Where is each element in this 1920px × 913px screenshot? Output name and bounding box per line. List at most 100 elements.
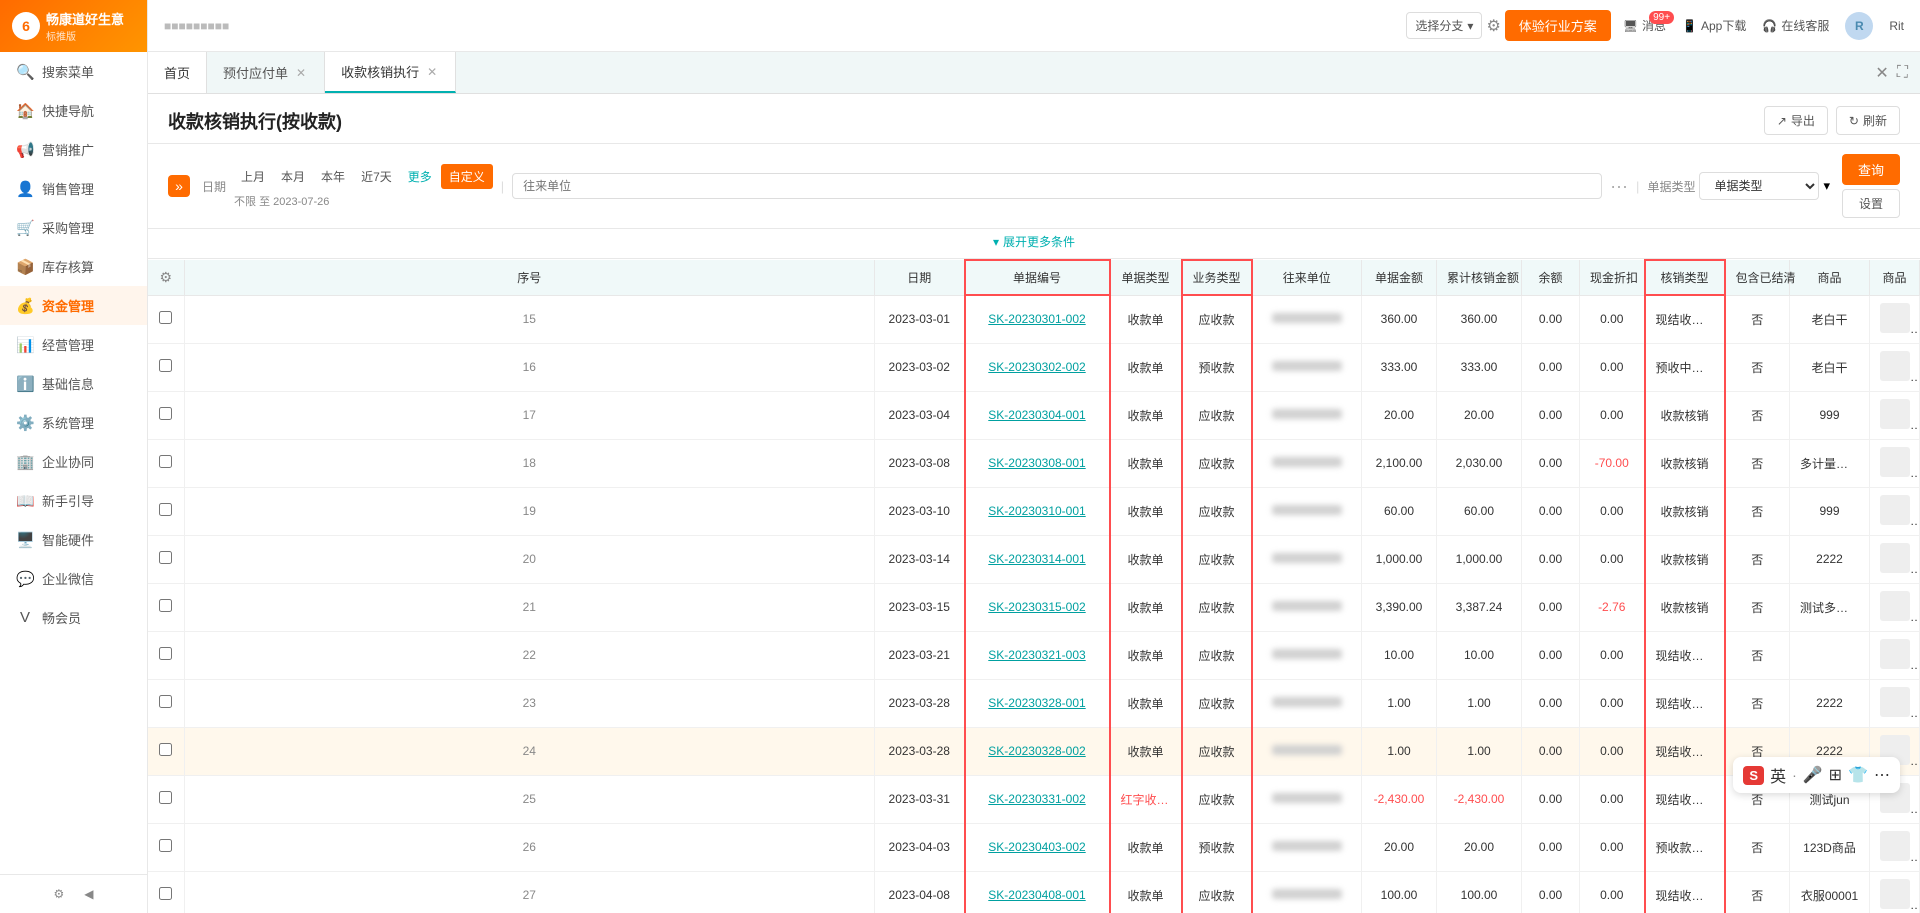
sidebar-item-system[interactable]: ⚙️系统管理 (0, 403, 147, 442)
row-checkbox[interactable] (159, 743, 172, 756)
sn-link[interactable]: SK-20230331-002 (988, 792, 1085, 806)
sidebar-item-search[interactable]: 🔍搜索菜单 (0, 52, 147, 91)
sn-link[interactable]: SK-20230304-001 (988, 408, 1085, 422)
cell-checkbox[interactable] (148, 631, 184, 679)
th-settings[interactable]: ⚙ (148, 260, 184, 295)
filter-dots[interactable]: ··· (1610, 176, 1628, 197)
sidebar-item-basic[interactable]: ℹ️基础信息 (0, 364, 147, 403)
sidebar-item-enterprise[interactable]: 🏢企业协同 (0, 442, 147, 481)
gear-icon[interactable]: ⚙ (1486, 16, 1500, 36)
sidebar-item-sales[interactable]: 👤销售管理 (0, 169, 147, 208)
toolbar-grid-icon[interactable]: ⊞ (1829, 765, 1842, 785)
toolbar-shirt-icon[interactable]: 👕 (1848, 765, 1868, 785)
tab-home[interactable]: 首页 (148, 52, 207, 93)
sn-link[interactable]: SK-20230315-002 (988, 600, 1085, 614)
tab-writeoff-exec[interactable]: 收款核销执行 ✕ (325, 52, 456, 93)
sidebar-item-marketing[interactable]: 📢营销推广 (0, 130, 147, 169)
table-row[interactable]: 17 2023-03-04 SK-20230304-001 收款单 应收款 20… (148, 391, 1920, 439)
cell-checkbox[interactable] (148, 295, 184, 343)
filter-7days-btn[interactable]: 近7天 (354, 164, 399, 189)
avatar[interactable]: R (1845, 12, 1873, 40)
sn-link[interactable]: SK-20230321-003 (988, 648, 1085, 662)
settings-icon[interactable]: ⚙ (159, 269, 172, 285)
row-checkbox[interactable] (159, 407, 172, 420)
tab-writeoff-close-icon[interactable]: ✕ (425, 63, 439, 81)
message-btn[interactable]: 🖥 消息 99+ (1623, 17, 1666, 34)
sn-link[interactable]: SK-20230328-001 (988, 696, 1085, 710)
toolbar-icon-eng[interactable]: 英 (1770, 763, 1786, 787)
row-checkbox[interactable] (159, 551, 172, 564)
sn-link[interactable]: SK-20230403-002 (988, 840, 1085, 854)
service-btn[interactable]: 🎧 在线客服 (1762, 17, 1829, 34)
sn-link[interactable]: SK-20230328-002 (988, 744, 1085, 758)
solution-btn[interactable]: 体验行业方案 (1505, 10, 1611, 41)
cell-checkbox[interactable] (148, 487, 184, 535)
cell-checkbox[interactable] (148, 439, 184, 487)
row-checkbox[interactable] (159, 503, 172, 516)
table-row[interactable]: 26 2023-04-03 SK-20230403-002 收款单 预收款 20… (148, 823, 1920, 871)
cell-checkbox[interactable] (148, 679, 184, 727)
sidebar-item-hardware[interactable]: 🖥️智能硬件 (0, 520, 147, 559)
cell-checkbox[interactable] (148, 775, 184, 823)
cell-checkbox[interactable] (148, 871, 184, 913)
table-row[interactable]: 24 2023-03-28 SK-20230328-002 收款单 应收款 1.… (148, 727, 1920, 775)
branch-dropdown[interactable]: 选择分支 ▾ (1406, 12, 1482, 39)
sn-link[interactable]: SK-20230310-001 (988, 504, 1085, 518)
table-wrap[interactable]: ⚙ 序号 日期 单据编号 单据类型 业务类型 往来单位 单据金额 累计核销金额 … (148, 259, 1920, 913)
cell-checkbox[interactable] (148, 535, 184, 583)
sn-link[interactable]: SK-20230314-001 (988, 552, 1085, 566)
filter-toggle-btn[interactable]: » (168, 175, 190, 197)
sidebar-item-purchase[interactable]: 🛒采购管理 (0, 208, 147, 247)
tab-prepay-list[interactable]: 预付应付单 ✕ (207, 52, 325, 93)
filter-this-year-btn[interactable]: 本年 (314, 164, 352, 189)
table-row[interactable]: 15 2023-03-01 SK-20230301-002 收款单 应收款 36… (148, 295, 1920, 343)
filter-partner-input[interactable] (512, 173, 1602, 199)
sidebar-item-wechat[interactable]: 💬企业微信 (0, 559, 147, 598)
toolbar-mic-icon[interactable]: 🎤 (1803, 765, 1823, 785)
row-checkbox[interactable] (159, 359, 172, 372)
sn-link[interactable]: SK-20230301-002 (988, 312, 1085, 326)
sn-link[interactable]: SK-20230308-001 (988, 456, 1085, 470)
table-row[interactable]: 21 2023-03-15 SK-20230315-002 收款单 应收款 3,… (148, 583, 1920, 631)
row-checkbox[interactable] (159, 887, 172, 900)
row-checkbox[interactable] (159, 791, 172, 804)
refresh-btn[interactable]: ↻ 刷新 (1836, 106, 1900, 135)
cell-checkbox[interactable] (148, 727, 184, 775)
table-row[interactable]: 23 2023-03-28 SK-20230328-001 收款单 应收款 1.… (148, 679, 1920, 727)
toolbar-settings2-icon[interactable]: ⋯ (1874, 765, 1890, 785)
sidebar-item-inventory[interactable]: 📦库存核算 (0, 247, 147, 286)
cell-checkbox[interactable] (148, 343, 184, 391)
cell-checkbox[interactable] (148, 583, 184, 631)
filter-last-month-btn[interactable]: 上月 (234, 164, 272, 189)
filter-custom-btn[interactable]: 自定义 (441, 164, 493, 189)
sidebar-item-guide[interactable]: 📖新手引导 (0, 481, 147, 520)
user-name[interactable]: Rit (1889, 19, 1904, 33)
table-row[interactable]: 18 2023-03-08 SK-20230308-001 收款单 应收款 2,… (148, 439, 1920, 487)
sn-link[interactable]: SK-20230408-001 (988, 888, 1085, 902)
row-checkbox[interactable] (159, 695, 172, 708)
sidebar-item-quick-nav[interactable]: 🏠快捷导航 (0, 91, 147, 130)
collapse-btn[interactable]: ◀ (76, 883, 101, 905)
sidebar-item-operations[interactable]: 📊经营管理 (0, 325, 147, 364)
cell-checkbox[interactable] (148, 823, 184, 871)
sidebar-item-finance[interactable]: 💰资金管理 (0, 286, 147, 325)
table-row[interactable]: 16 2023-03-02 SK-20230302-002 收款单 预收款 33… (148, 343, 1920, 391)
table-row[interactable]: 25 2023-03-31 SK-20230331-002 红字收款单 应收款 … (148, 775, 1920, 823)
filter-setting-btn[interactable]: 设置 (1842, 189, 1900, 218)
sn-link[interactable]: SK-20230302-002 (988, 360, 1085, 374)
row-checkbox[interactable] (159, 647, 172, 660)
row-checkbox[interactable] (159, 599, 172, 612)
filter-billtype-select[interactable]: 单据类型 (1699, 172, 1819, 200)
expand-tab-icon[interactable]: ⛶ (1897, 64, 1908, 82)
row-checkbox[interactable] (159, 311, 172, 324)
tab-prepay-close-icon[interactable]: ✕ (294, 64, 308, 82)
row-checkbox[interactable] (159, 455, 172, 468)
table-row[interactable]: 22 2023-03-21 SK-20230321-003 收款单 应收款 10… (148, 631, 1920, 679)
filter-this-month-btn[interactable]: 本月 (274, 164, 312, 189)
export-btn[interactable]: ↗ 导出 (1764, 106, 1828, 135)
table-row[interactable]: 27 2023-04-08 SK-20230408-001 收款单 应收款 10… (148, 871, 1920, 913)
cell-checkbox[interactable] (148, 391, 184, 439)
table-row[interactable]: 20 2023-03-14 SK-20230314-001 收款单 应收款 1,… (148, 535, 1920, 583)
table-row[interactable]: 19 2023-03-10 SK-20230310-001 收款单 应收款 60… (148, 487, 1920, 535)
filter-expand-btn[interactable]: ▾ 展开更多条件 (993, 233, 1075, 250)
